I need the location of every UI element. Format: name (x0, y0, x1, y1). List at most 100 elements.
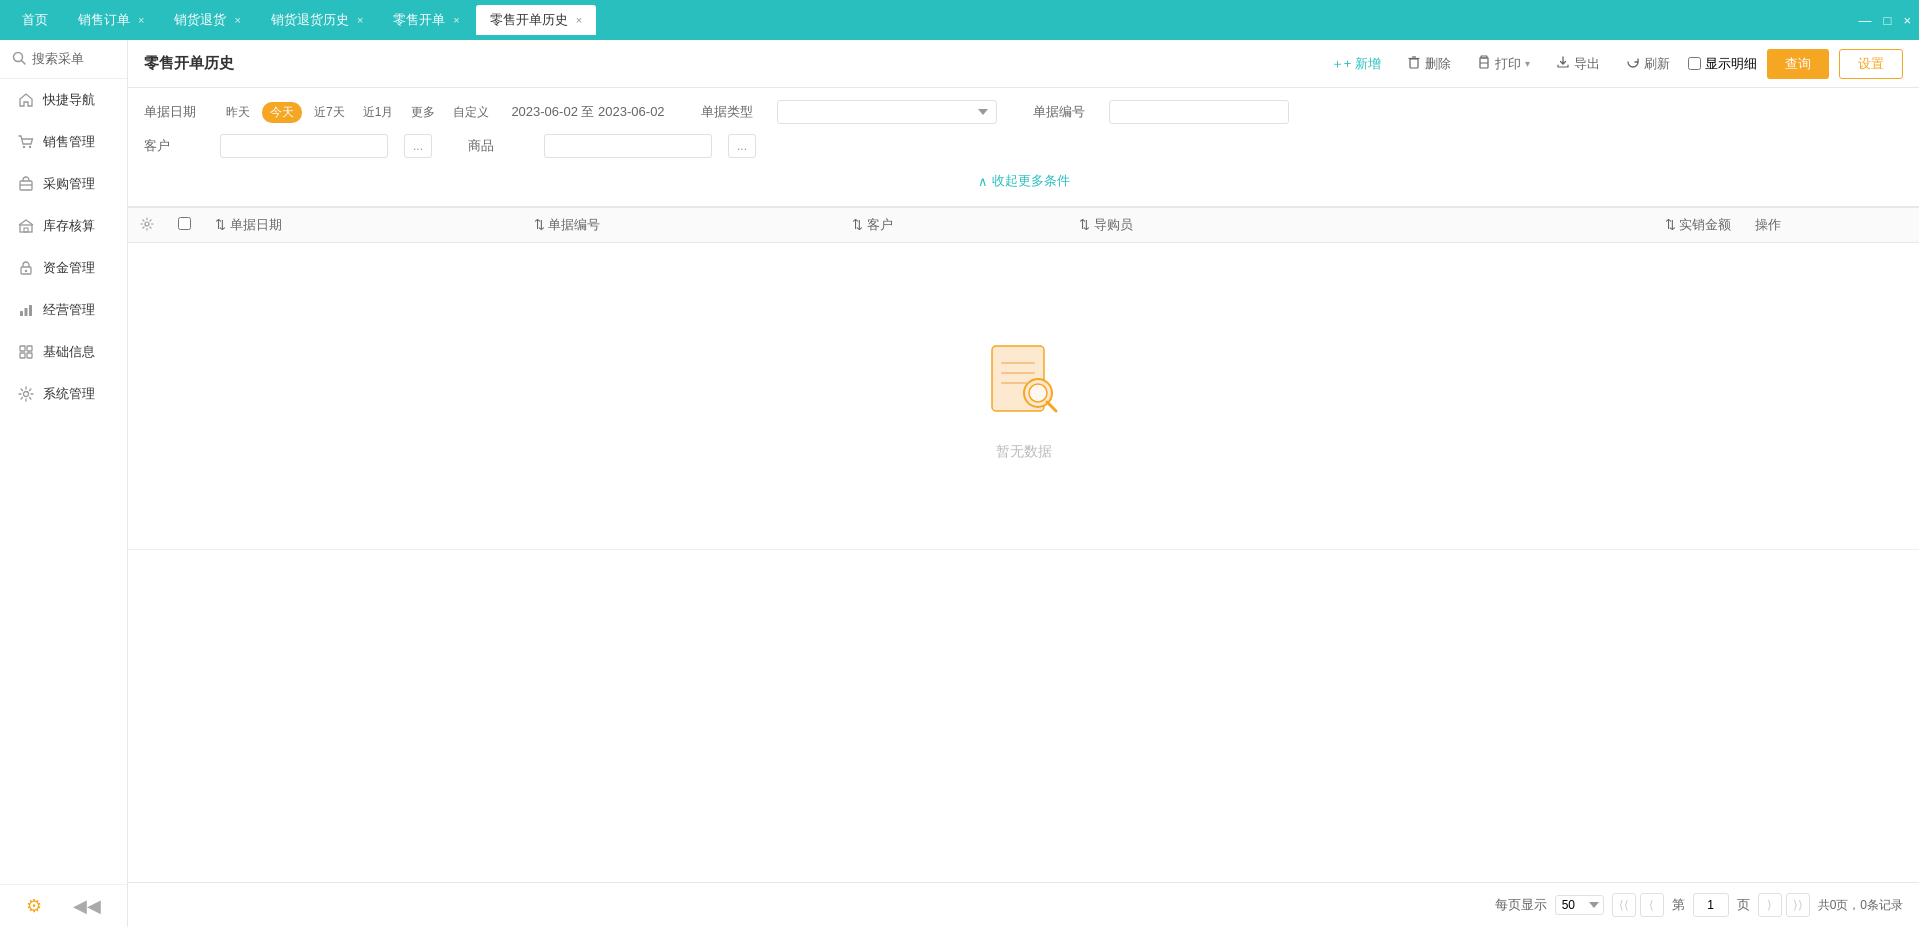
th-number[interactable]: ⇅ 单据编号 (522, 208, 841, 243)
tab-close-retail-open-history[interactable]: × (576, 14, 582, 26)
export-button[interactable]: 导出 (1548, 51, 1608, 77)
sidebar-item-stock-calc[interactable]: 库存核算 (0, 205, 127, 247)
svg-rect-12 (29, 305, 32, 316)
last-page-button[interactable]: ⟩⟩ (1786, 893, 1810, 917)
th-date-label: ⇅ 单据日期 (215, 217, 282, 232)
display-detail-checkbox[interactable] (1688, 57, 1701, 70)
tab-retail-open[interactable]: 零售开单 × (379, 5, 473, 35)
display-detail-label: 显示明细 (1705, 55, 1757, 73)
tab-sales-return[interactable]: 销货退货 × (160, 5, 254, 35)
th-amount-label: ⇅ 实销金额 (1665, 217, 1732, 232)
sidebar-item-purchase-mgmt[interactable]: 采购管理 (0, 163, 127, 205)
sidebar: 搜索采单 快捷导航 (0, 40, 128, 927)
svg-point-9 (25, 270, 27, 272)
filter-row-1: 单据日期 昨天 今天 近7天 近1月 更多 自定义 2023-06-02 至 2… (144, 100, 1903, 124)
svg-rect-22 (1481, 56, 1487, 58)
sidebar-search[interactable]: 搜索采单 (0, 40, 127, 79)
shortcut-7days[interactable]: 近7天 (308, 102, 351, 123)
shortcut-more[interactable]: 更多 (405, 102, 441, 123)
svg-rect-14 (27, 346, 32, 351)
table-container: ⇅ 单据日期 ⇅ 单据编号 ⇅ 客户 ⇅ 导购员 ⇅ (128, 207, 1919, 882)
page-number-input[interactable]: 1 (1693, 893, 1729, 917)
add-button[interactable]: ＋ + 新增 (1323, 51, 1389, 77)
sidebar-item-fund-mgmt[interactable]: 资金管理 (0, 247, 127, 289)
sidebar-item-sales-mgmt[interactable]: 销售管理 (0, 121, 127, 163)
page-word-end: 页 (1737, 896, 1750, 914)
svg-point-2 (23, 146, 25, 148)
sidebar-label-quick-nav: 快捷导航 (43, 91, 95, 109)
shortcut-1month[interactable]: 近1月 (357, 102, 400, 123)
export-icon (1556, 55, 1570, 72)
tab-close-sales-order[interactable]: × (138, 14, 144, 26)
sidebar-nav: 快捷导航 销售管理 (0, 79, 127, 884)
sidebar-item-quick-nav[interactable]: 快捷导航 (0, 79, 127, 121)
page-word: 第 (1672, 896, 1685, 914)
shortcut-yesterday[interactable]: 昨天 (220, 102, 256, 123)
query-button[interactable]: 查询 (1767, 49, 1829, 79)
shortcut-today[interactable]: 今天 (262, 102, 302, 123)
sidebar-bottom: ⚙ ◀◀ (0, 884, 127, 927)
empty-text: 暂无数据 (996, 443, 1052, 461)
window-restore[interactable]: □ (1884, 13, 1892, 28)
sidebar-collapse-icon[interactable]: ◀◀ (73, 895, 101, 917)
tab-home[interactable]: 首页 (8, 5, 62, 35)
window-controls: — □ × (1859, 13, 1911, 28)
window-minimize[interactable]: — (1859, 13, 1872, 28)
svg-rect-10 (20, 311, 23, 316)
print-arrow-icon: ▾ (1525, 58, 1530, 69)
total-info: 共0页，0条记录 (1818, 897, 1903, 914)
page-title: 零售开单历史 (144, 54, 234, 73)
sidebar-label-sys-mgmt: 系统管理 (43, 385, 95, 403)
th-date[interactable]: ⇅ 单据日期 (203, 208, 522, 243)
th-customer[interactable]: ⇅ 客户 (840, 208, 1067, 243)
th-amount[interactable]: ⇅ 实销金额 (1425, 208, 1744, 243)
shortcut-custom[interactable]: 自定义 (447, 102, 495, 123)
content-area: 零售开单历史 ＋ + 新增 删除 (128, 40, 1919, 927)
next-page-button[interactable]: ⟩ (1758, 893, 1782, 917)
th-guide[interactable]: ⇅ 导购员 (1067, 208, 1340, 243)
goods-input[interactable] (544, 134, 712, 158)
per-page-label: 每页显示 (1495, 896, 1547, 914)
customer-input[interactable] (220, 134, 388, 158)
empty-icon (974, 331, 1074, 431)
tab-close-retail-open[interactable]: × (453, 14, 459, 26)
table-body: 暂无数据 (128, 243, 1919, 550)
select-all-checkbox[interactable] (178, 217, 191, 230)
display-detail-checkbox-group[interactable]: 显示明细 (1688, 55, 1757, 73)
collapse-more-button[interactable]: ∧ 收起更多条件 (144, 168, 1903, 194)
setting-button[interactable]: 设置 (1839, 49, 1903, 79)
svg-point-23 (145, 222, 149, 226)
goods-label: 商品 (468, 137, 528, 155)
type-select[interactable] (777, 100, 997, 124)
number-input[interactable] (1109, 100, 1289, 124)
sidebar-search-label: 搜索采单 (32, 50, 84, 68)
print-button[interactable]: 打印 ▾ (1469, 51, 1538, 77)
goods-picker-button[interactable]: ... (728, 134, 756, 158)
empty-cell: 暂无数据 (128, 243, 1919, 550)
customer-picker-button[interactable]: ... (404, 134, 432, 158)
tab-close-sales-return-history[interactable]: × (357, 14, 363, 26)
window-close[interactable]: × (1903, 13, 1911, 28)
th-action: 操作 (1743, 208, 1919, 243)
th-checkbox[interactable] (166, 208, 203, 243)
tab-close-sales-return[interactable]: × (234, 14, 240, 26)
sidebar-label-ops-mgmt: 经营管理 (43, 301, 95, 319)
per-page-select[interactable]: 50 100 200 (1555, 895, 1604, 915)
th-settings[interactable] (128, 208, 166, 243)
sidebar-item-basic-info[interactable]: 基础信息 (0, 331, 127, 373)
sidebar-settings-icon[interactable]: ⚙ (26, 895, 42, 917)
date-label: 单据日期 (144, 103, 204, 121)
tab-sales-return-history[interactable]: 销货退货历史 × (257, 5, 377, 35)
tab-retail-open-history[interactable]: 零售开单历史 × (476, 5, 596, 35)
prev-page-button[interactable]: ⟨ (1640, 893, 1664, 917)
tab-sales-order[interactable]: 销售订单 × (64, 5, 158, 35)
sidebar-item-sys-mgmt[interactable]: 系统管理 (0, 373, 127, 415)
delete-button[interactable]: 删除 (1399, 51, 1459, 77)
refresh-button[interactable]: 刷新 (1618, 51, 1678, 77)
empty-row: 暂无数据 (128, 243, 1919, 550)
type-select-wrapper (777, 100, 997, 124)
sidebar-item-ops-mgmt[interactable]: 经营管理 (0, 289, 127, 331)
svg-rect-11 (25, 308, 28, 316)
th-guide-label: ⇅ 导购员 (1079, 217, 1133, 232)
first-page-button[interactable]: ⟨⟨ (1612, 893, 1636, 917)
